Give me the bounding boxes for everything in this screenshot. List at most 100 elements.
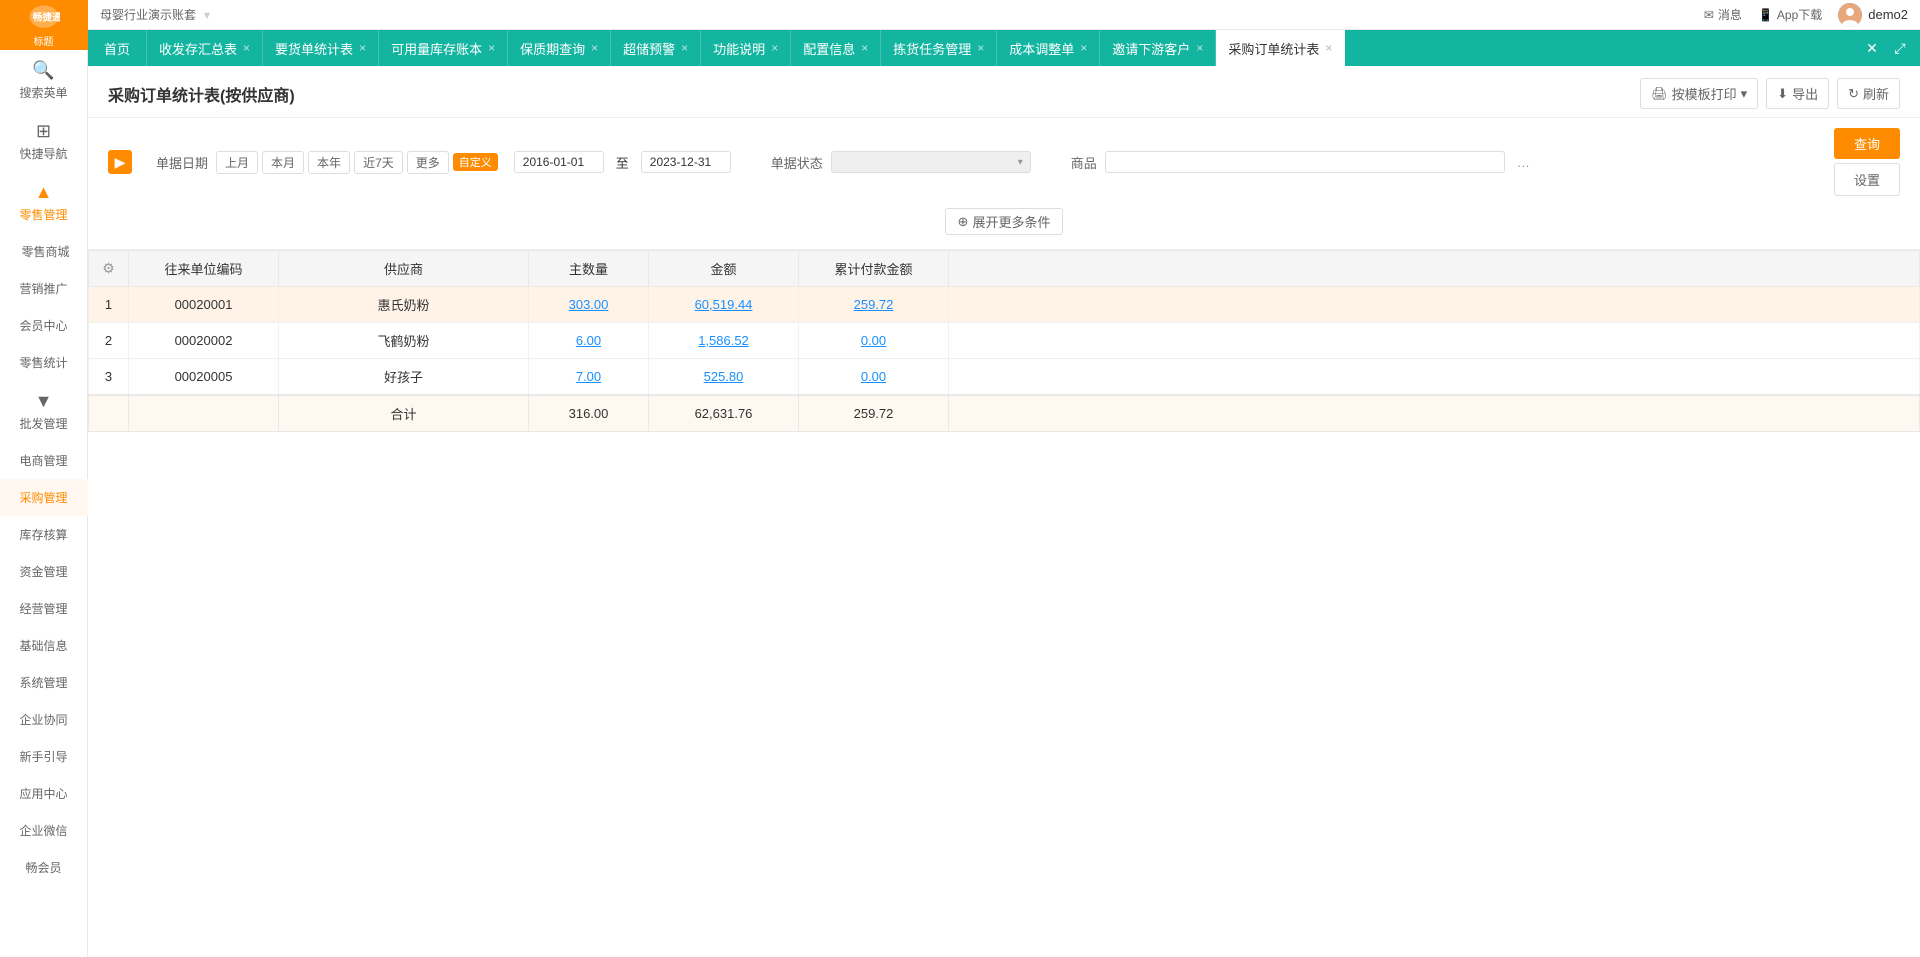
date-btn-7days[interactable]: 近7天 — [354, 151, 403, 174]
row2-amount-link[interactable]: 1,586.52 — [698, 333, 749, 348]
tab-baozhi[interactable]: 保质期查询 × — [508, 30, 611, 66]
date-to-input[interactable] — [641, 151, 731, 173]
sidebar-item-system[interactable]: 系统管理 — [0, 664, 88, 701]
tab-shoufaahui[interactable]: 收发存汇总表 × — [147, 30, 263, 66]
message-label: 消息 — [1718, 6, 1742, 23]
appcenter-label: 应用中心 — [19, 785, 67, 802]
app-download-btn[interactable]: 📱 App下载 — [1758, 6, 1822, 23]
tab-baozhi-close[interactable]: × — [591, 41, 598, 55]
expand-filter-btn[interactable]: ⊕ 展开更多条件 — [945, 208, 1064, 235]
sidebar-item-purchase[interactable]: 采购管理 — [0, 479, 88, 516]
row3-qty-link[interactable]: 7.00 — [576, 369, 601, 384]
row2-qty-link[interactable]: 6.00 — [576, 333, 601, 348]
more-options-icon[interactable]: … — [1513, 155, 1534, 170]
print-dropdown-icon: ▾ — [1741, 86, 1748, 102]
tab-caigoudingdan-close[interactable]: × — [1325, 41, 1332, 55]
row2-code: 00020002 — [129, 323, 279, 359]
tab-keyongliang[interactable]: 可用量库存账本 × — [379, 30, 508, 66]
refresh-button[interactable]: ↻ 刷新 — [1837, 78, 1900, 109]
tab-gongneng-close[interactable]: × — [771, 41, 778, 55]
table-footer: 合计 316.00 62,631.76 259.72 — [89, 395, 1920, 432]
tab-yaohuo[interactable]: 要货单统计表 × — [263, 30, 379, 66]
date-from-input[interactable] — [514, 151, 604, 173]
page-header: 采购订单统计表(按供应商) 🖨 按模板打印 ▾ ⬇ 导出 ↻ 刷新 — [88, 66, 1920, 118]
row2-extra — [949, 323, 1920, 359]
footer-extra — [949, 395, 1920, 432]
sidebar-item-inventory[interactable]: 库存核算 — [0, 516, 88, 553]
tab-paihuorenwu[interactable]: 拣货任务管理 × — [881, 30, 997, 66]
sidebar-item-retail[interactable]: ▲ 零售管理 — [0, 172, 88, 233]
sidebar-item-appcenter[interactable]: 应用中心 — [0, 775, 88, 812]
filter-toggle-btn[interactable]: ▶ — [108, 150, 132, 174]
sidebar-item-quicknav[interactable]: ⊞ 快捷导航 — [0, 111, 88, 172]
date-btn-this-month[interactable]: 本月 — [262, 151, 304, 174]
row1-qty[interactable]: 303.00 — [529, 287, 649, 323]
row3-amount[interactable]: 525.80 — [649, 359, 799, 396]
status-select[interactable]: 已审核 未审核 全部 — [831, 151, 1031, 173]
sidebar-item-finance[interactable]: 资金管理 — [0, 553, 88, 590]
page-actions: 🖨 按模板打印 ▾ ⬇ 导出 ↻ 刷新 — [1640, 78, 1900, 109]
tab-yaoqingxiayou-close[interactable]: × — [1196, 41, 1203, 55]
tab-chaochuyujing[interactable]: 超储预警 × — [611, 30, 701, 66]
sidebar-item-enterprise[interactable]: 企业协同 — [0, 701, 88, 738]
export-button[interactable]: ⬇ 导出 — [1766, 78, 1829, 109]
column-settings-icon[interactable]: ⚙ — [102, 260, 115, 276]
tab-peizhi-close[interactable]: × — [861, 41, 868, 55]
date-btn-last-month[interactable]: 上月 — [216, 151, 258, 174]
row3-amount-link[interactable]: 525.80 — [704, 369, 744, 384]
row2-paid[interactable]: 0.00 — [799, 323, 949, 359]
tab-keyongliang-close[interactable]: × — [488, 41, 495, 55]
row1-paid[interactable]: 259.72 — [799, 287, 949, 323]
tab-chengbentiaojian[interactable]: 成本调整单 × — [997, 30, 1100, 66]
tab-paihuorenwu-close[interactable]: × — [977, 41, 984, 55]
tab-caigoudingdan[interactable]: 采购订单统计表 × — [1216, 30, 1345, 66]
tab-yaohuo-close[interactable]: × — [359, 41, 366, 55]
row3-paid-link[interactable]: 0.00 — [861, 369, 886, 384]
tab-close-all[interactable]: ✕ — [1860, 36, 1884, 60]
query-button[interactable]: 查询 — [1834, 128, 1900, 159]
tab-shoufaahui-close[interactable]: × — [243, 41, 250, 55]
col-supplier-header: 供应商 — [279, 251, 529, 287]
tab-chengbentiaojian-close[interactable]: × — [1080, 41, 1087, 55]
tab-yaohuo-label: 要货单统计表 — [275, 39, 353, 58]
row3-paid[interactable]: 0.00 — [799, 359, 949, 396]
print-button[interactable]: 🖨 按模板打印 ▾ — [1640, 78, 1758, 109]
sidebar-item-retail-mall[interactable]: 零售商城 — [0, 233, 88, 270]
sidebar-item-corpwx[interactable]: 企业微信 — [0, 812, 88, 849]
sidebar-item-search[interactable]: 🔍 搜索英单 — [0, 50, 88, 111]
sidebar-item-operations[interactable]: 经营管理 — [0, 590, 88, 627]
tab-home[interactable]: 首页 — [88, 30, 147, 66]
tab-maximize[interactable]: ⤢ — [1888, 36, 1912, 60]
tab-chaochuyujing-close[interactable]: × — [681, 41, 688, 55]
tab-yaoqingxiayou[interactable]: 邀请下游客户 × — [1100, 30, 1216, 66]
filter-expand-row: ⊕ 展开更多条件 — [108, 204, 1900, 239]
sidebar-item-member2[interactable]: 畅会员 — [0, 849, 88, 886]
sidebar-item-wholesale[interactable]: ▼ 批发管理 — [0, 381, 88, 442]
sidebar-item-newguide[interactable]: 新手引导 — [0, 738, 88, 775]
row3-qty[interactable]: 7.00 — [529, 359, 649, 396]
row1-amount-link[interactable]: 60,519.44 — [695, 297, 753, 312]
goods-input[interactable] — [1105, 151, 1505, 173]
sidebar-item-base[interactable]: 基础信息 — [0, 627, 88, 664]
logo-subtitle: 标题 — [34, 33, 54, 48]
message-btn[interactable]: ✉ 消息 — [1704, 6, 1742, 23]
sidebar-item-member[interactable]: 会员中心 — [0, 307, 88, 344]
user-menu[interactable]: demo2 — [1838, 3, 1908, 27]
newguide-label: 新手引导 — [19, 748, 67, 765]
date-btn-this-year[interactable]: 本年 — [308, 151, 350, 174]
row1-paid-link[interactable]: 259.72 — [854, 297, 894, 312]
sidebar-item-retail-stats[interactable]: 零售统计 — [0, 344, 88, 381]
sidebar-item-ecommerce[interactable]: 电商管理 — [0, 442, 88, 479]
expand-label: 展开更多条件 — [972, 212, 1050, 231]
row2-paid-link[interactable]: 0.00 — [861, 333, 886, 348]
row2-qty[interactable]: 6.00 — [529, 323, 649, 359]
sidebar-item-marketing[interactable]: 营销推广 — [0, 270, 88, 307]
row1-amount[interactable]: 60,519.44 — [649, 287, 799, 323]
date-btn-more[interactable]: 更多 — [407, 151, 449, 174]
row2-amount[interactable]: 1,586.52 — [649, 323, 799, 359]
row1-qty-link[interactable]: 303.00 — [569, 297, 609, 312]
search-icon: 🔍 — [32, 60, 54, 81]
tab-gongneng[interactable]: 功能说明 × — [701, 30, 791, 66]
settings-button[interactable]: 设置 — [1834, 163, 1900, 196]
tab-peizhi[interactable]: 配置信息 × — [791, 30, 881, 66]
